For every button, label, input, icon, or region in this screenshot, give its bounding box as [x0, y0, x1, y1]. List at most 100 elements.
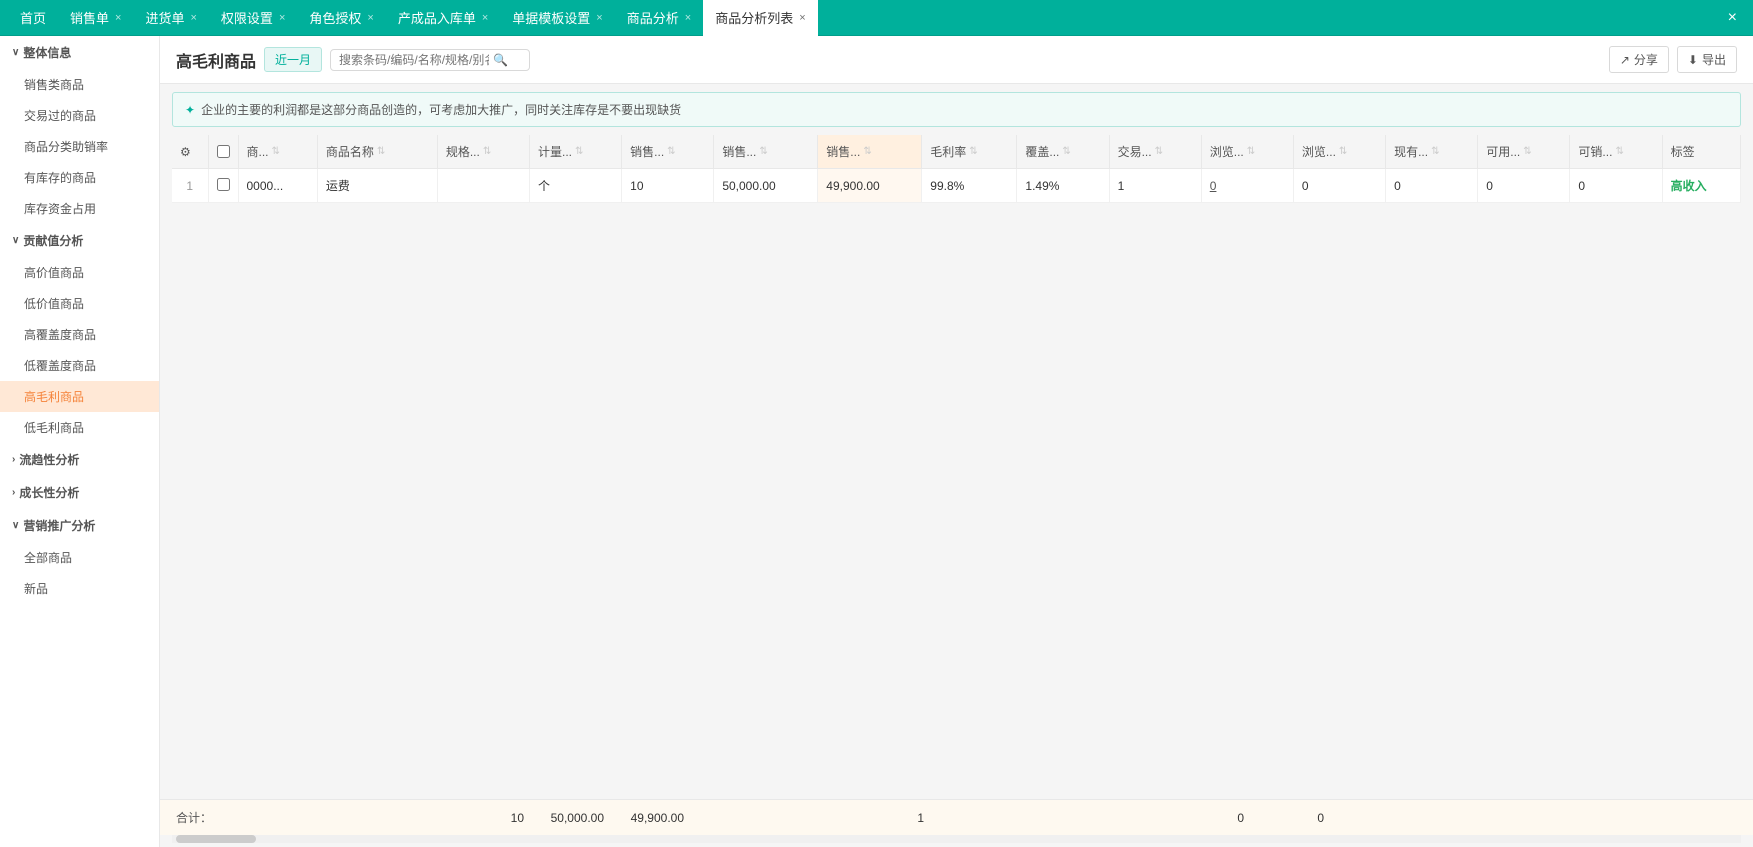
share-button[interactable]: ↗ 分享 [1609, 46, 1669, 73]
footer-transaction: 1 [852, 811, 932, 825]
nav-sales-order[interactable]: 销售单 × [58, 0, 133, 36]
search-box[interactable]: 🔍 [330, 49, 530, 71]
chevron-right-icon-2: › [12, 487, 15, 498]
sidebar-item-high-margin[interactable]: 高毛利商品 [0, 381, 159, 412]
row-checkbox[interactable] [217, 178, 230, 191]
col-browse1[interactable]: 浏览...⇅ [1201, 135, 1293, 169]
col-code[interactable]: 商...⇅ [238, 135, 317, 169]
close-purchase-order[interactable]: × [190, 12, 196, 24]
table-header-row: ⚙ 商...⇅ 商品名称⇅ 规格...⇅ [172, 135, 1741, 169]
col-current-stock[interactable]: 现有...⇅ [1386, 135, 1478, 169]
nav-permission-settings[interactable]: 权限设置 × [209, 0, 297, 36]
row-sales-amount: 50,000.00 [714, 169, 818, 203]
col-checkbox[interactable] [208, 135, 238, 169]
sidebar-item-category-rate[interactable]: 商品分类助销率 [0, 131, 159, 162]
main-layout: ∨ 整体信息 销售类商品 交易过的商品 商品分类助销率 有库存的商品 库存资金占… [0, 36, 1753, 847]
sidebar-group-overall[interactable]: ∨ 整体信息 [0, 36, 159, 69]
col-sales-amount[interactable]: 销售...⇅ [714, 135, 818, 169]
col-tag[interactable]: 标签 [1662, 135, 1740, 169]
sidebar-item-low-coverage[interactable]: 低覆盖度商品 [0, 350, 159, 381]
close-product-storage[interactable]: × [482, 12, 488, 24]
sidebar-item-all-goods[interactable]: 全部商品 [0, 542, 159, 573]
sidebar-item-high-coverage[interactable]: 高覆盖度商品 [0, 319, 159, 350]
tip-text: 企业的主要的利润都是这部分商品创造的，可考虑加大推广，同时关注库存是不要出现缺货 [201, 101, 681, 118]
horizontal-scrollbar[interactable] [172, 835, 1741, 843]
col-unit[interactable]: 计量...⇅ [529, 135, 621, 169]
sidebar-group-contribution[interactable]: ∨ 贡献值分析 [0, 224, 159, 257]
footer-sales-net: 49,900.00 [612, 811, 692, 825]
page-title: 高毛利商品 [176, 48, 256, 72]
footer-sales-qty: 10 [452, 811, 532, 825]
nav-product-storage[interactable]: 产成品入库单 × [386, 0, 500, 36]
scrollbar-thumb[interactable] [176, 835, 256, 843]
nav-template-settings[interactable]: 单据模板设置 × [500, 0, 614, 36]
select-all-checkbox[interactable] [217, 145, 230, 158]
sidebar-item-low-margin[interactable]: 低毛利商品 [0, 412, 159, 443]
close-product-analysis[interactable]: × [685, 12, 691, 24]
row-code: 0000... [238, 169, 317, 203]
row-name: 运费 [317, 169, 437, 203]
table-container[interactable]: ⚙ 商...⇅ 商品名称⇅ 规格...⇅ [172, 135, 1741, 467]
sidebar-item-in-stock[interactable]: 有库存的商品 [0, 162, 159, 193]
row-browse1[interactable]: 0 [1201, 169, 1293, 203]
chevron-down-icon-2: ∨ [12, 235, 19, 246]
sidebar-item-new-goods[interactable]: 新品 [0, 573, 159, 604]
col-settings[interactable]: ⚙ [172, 135, 208, 169]
row-coverage: 1.49% [1017, 169, 1109, 203]
search-icon[interactable]: 🔍 [493, 53, 508, 67]
table-row: 1 0000... 运费 个 10 50,000.00 49,900.00 99… [172, 169, 1741, 203]
sidebar-item-sales-goods[interactable]: 销售类商品 [0, 69, 159, 100]
sidebar-item-stock-capital[interactable]: 库存资金占用 [0, 193, 159, 224]
export-button[interactable]: ⬇ 导出 [1677, 46, 1737, 73]
footer-current-stock: 0 [1172, 811, 1252, 825]
nav-purchase-order[interactable]: 进货单 × [133, 0, 208, 36]
col-sales-net[interactable]: 销售...⇅ [818, 135, 922, 169]
search-input[interactable] [339, 53, 489, 67]
col-transaction[interactable]: 交易...⇅ [1109, 135, 1201, 169]
sidebar-group-trend[interactable]: › 流趋性分析 [0, 443, 159, 476]
nav-product-analysis[interactable]: 商品分析 × [615, 0, 703, 36]
row-number: 1 [172, 169, 208, 203]
tip-bar: ✦ 企业的主要的利润都是这部分商品创造的，可考虑加大推广，同时关注库存是不要出现… [172, 92, 1741, 127]
sidebar-item-low-value[interactable]: 低价值商品 [0, 288, 159, 319]
data-table: ⚙ 商...⇅ 商品名称⇅ 规格...⇅ [172, 135, 1741, 203]
footer-available-stock: 0 [1252, 811, 1332, 825]
tip-icon: ✦ [185, 103, 195, 117]
col-browse2[interactable]: 浏览...⇅ [1293, 135, 1385, 169]
footer-sales-amount: 50,000.00 [532, 811, 612, 825]
nav-role-auth[interactable]: 角色授权 × [297, 0, 385, 36]
row-sales-qty: 10 [622, 169, 714, 203]
col-gross-margin[interactable]: 毛利率⇅ [922, 135, 1017, 169]
nav-home[interactable]: 首页 [8, 0, 58, 36]
sidebar-group-marketing[interactable]: ∨ 营销推广分析 [0, 509, 159, 542]
nav-product-analysis-list[interactable]: 商品分析列表 × [703, 0, 817, 36]
sidebar-item-traded-goods[interactable]: 交易过的商品 [0, 100, 159, 131]
close-window-button[interactable]: × [1720, 9, 1745, 27]
export-icon: ⬇ [1688, 53, 1698, 67]
chevron-down-icon-3: ∨ [12, 520, 19, 531]
sidebar-item-high-value[interactable]: 高价值商品 [0, 257, 159, 288]
sidebar-group-growth[interactable]: › 成长性分析 [0, 476, 159, 509]
content-area: 高毛利商品 近一月 🔍 ↗ 分享 ⬇ 导出 ✦ 企业的主要的利润都是这部分商品创… [160, 36, 1753, 847]
filter-recent-month-button[interactable]: 近一月 [264, 47, 322, 72]
row-browse2: 0 [1293, 169, 1385, 203]
close-sales-order[interactable]: × [115, 12, 121, 24]
col-spec[interactable]: 规格...⇅ [437, 135, 529, 169]
close-product-analysis-list[interactable]: × [799, 12, 805, 24]
close-template-settings[interactable]: × [596, 12, 602, 24]
row-checkbox-cell[interactable] [208, 169, 238, 203]
col-available-stock[interactable]: 可用...⇅ [1478, 135, 1570, 169]
chevron-right-icon: › [12, 454, 15, 465]
sidebar-collapse-button[interactable]: 《 [159, 422, 160, 462]
top-navigation: 首页 销售单 × 进货单 × 权限设置 × 角色授权 × 产成品入库单 × 单据… [0, 0, 1753, 36]
row-sales-net: 49,900.00 [818, 169, 922, 203]
col-sales-qty[interactable]: 销售...⇅ [622, 135, 714, 169]
close-permission-settings[interactable]: × [279, 12, 285, 24]
row-transaction: 1 [1109, 169, 1201, 203]
share-icon: ↗ [1620, 53, 1630, 67]
col-sellable-stock[interactable]: 可销...⇅ [1570, 135, 1662, 169]
col-coverage[interactable]: 覆盖...⇅ [1017, 135, 1109, 169]
content-spacer [160, 467, 1753, 799]
col-name[interactable]: 商品名称⇅ [317, 135, 437, 169]
close-role-auth[interactable]: × [367, 12, 373, 24]
